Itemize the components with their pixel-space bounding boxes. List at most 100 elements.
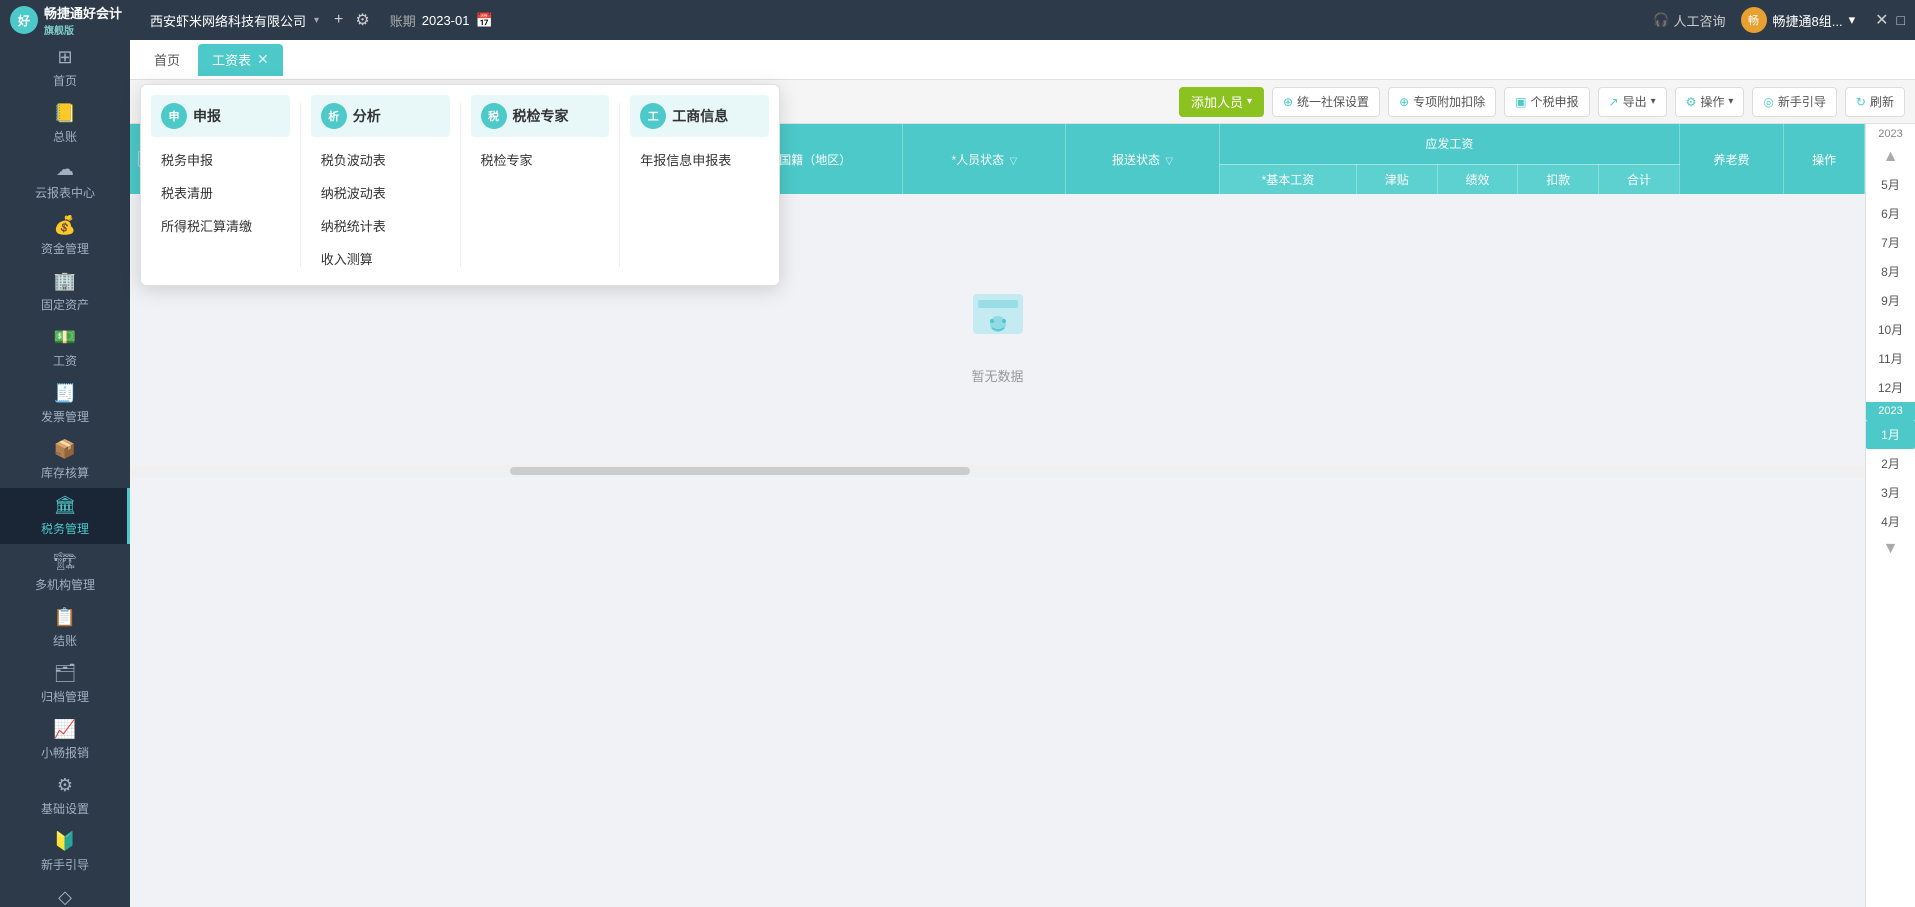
- sidebar-item-guide[interactable]: 🔰 新手引导: [0, 824, 130, 880]
- closing-icon: 📋: [54, 607, 76, 628]
- headset-icon: 🎧: [1653, 12, 1669, 28]
- user-name: 畅捷通8组...: [1773, 11, 1843, 30]
- export-button[interactable]: ↗ 导出 ▾: [1598, 87, 1667, 117]
- service-btn[interactable]: 🎧 人工咨询: [1653, 11, 1725, 30]
- tax-dropdown-menu: 申 申报 税务申报 税表清册 所得税汇算清缴 析 分析 税负波动表 纳税波动表 …: [140, 84, 780, 286]
- month-10[interactable]: 10月: [1866, 315, 1915, 344]
- gongshang-col-icon: 工: [640, 103, 666, 129]
- period-calendar-icon[interactable]: 📅: [475, 12, 492, 29]
- settings-side-icon: ⚙: [57, 775, 73, 796]
- sidebar-item-archive[interactable]: 🗂 归档管理: [0, 656, 130, 712]
- h-scrollbar[interactable]: [130, 465, 1865, 477]
- sidebar-item-ledger[interactable]: 📒 总账: [0, 96, 130, 152]
- dropdown-item-tax-expert[interactable]: 税检专家: [471, 143, 610, 176]
- service-label: 人工咨询: [1674, 11, 1726, 30]
- empty-text: 暂无数据: [971, 366, 1023, 385]
- sidebar-item-member[interactable]: ◇ 畅会员: [0, 880, 130, 907]
- operation-label: 操作: [1700, 93, 1724, 110]
- dropdown-item-tax-table[interactable]: 税表清册: [151, 176, 290, 209]
- sidebar-item-cloud-report[interactable]: ☁ 云报表中心: [0, 152, 130, 208]
- month-2[interactable]: 2月: [1866, 449, 1915, 478]
- special-deduct-button[interactable]: ⊕ 专项附加扣除: [1388, 87, 1496, 117]
- report-status-filter-icon[interactable]: ▽: [1165, 156, 1173, 167]
- company-selector[interactable]: 西安虾米网络科技有限公司 ▾: [150, 11, 319, 30]
- month-6[interactable]: 6月: [1866, 199, 1915, 228]
- dropdown-item-tax-stat[interactable]: 纳税统计表: [311, 209, 450, 242]
- export-icon: ↗: [1609, 95, 1619, 109]
- company-dropdown-arrow[interactable]: ▾: [314, 15, 319, 26]
- app-name: 畅捷通好会计: [44, 3, 122, 22]
- dropdown-col-gongshang: 工 工商信息 年报信息申报表: [620, 95, 779, 275]
- special-deduct-icon: ⊕: [1399, 95, 1409, 109]
- xiao-icon: 📈: [54, 719, 76, 740]
- refresh-label: 刷新: [1870, 93, 1894, 110]
- month-8[interactable]: 8月: [1866, 257, 1915, 286]
- ledger-icon: 📒: [54, 103, 76, 124]
- user-info[interactable]: 畅 畅捷通8组... ▾: [1741, 7, 1856, 33]
- assets-icon: 🏢: [54, 271, 76, 292]
- social-security-label: 统一社保设置: [1297, 93, 1369, 110]
- sidebar-item-invoice[interactable]: 🧾 发票管理: [0, 376, 130, 432]
- dropdown-item-annual-report[interactable]: 年报信息申报表: [630, 143, 769, 176]
- settings-icon[interactable]: ⚙: [355, 10, 369, 30]
- personal-tax-label: 个税申报: [1530, 93, 1578, 110]
- gongshang-col-title: 工商信息: [672, 106, 728, 126]
- header-performance: 绩效: [1437, 164, 1518, 194]
- dropdown-item-tax-wave[interactable]: 纳税波动表: [311, 176, 450, 209]
- add-person-arrow-icon: ▾: [1247, 96, 1252, 107]
- month-12[interactable]: 12月: [1866, 373, 1915, 402]
- export-arrow-icon: ▾: [1651, 96, 1656, 107]
- sidebar-item-inventory[interactable]: 📦 库存核算: [0, 432, 130, 488]
- period-selector[interactable]: 账期 2023-01 📅: [390, 11, 493, 30]
- tab-close-icon[interactable]: ✕: [257, 51, 269, 68]
- sidebar-item-assets[interactable]: 🏢 固定资产: [0, 264, 130, 320]
- dropdown-item-tax-burden[interactable]: 税负波动表: [311, 143, 450, 176]
- fund-icon: 💰: [54, 215, 76, 236]
- shuijian-col-title: 税检专家: [513, 106, 569, 126]
- dropdown-columns: 申 申报 税务申报 税表清册 所得税汇算清缴 析 分析 税负波动表 纳税波动表 …: [141, 95, 779, 275]
- personal-tax-button[interactable]: ▣ 个税申报: [1504, 87, 1589, 117]
- tab-home[interactable]: 首页: [140, 44, 194, 76]
- operation-button[interactable]: ⚙ 操作 ▾: [1675, 87, 1745, 117]
- sidebar-item-xiao-report[interactable]: 📈 小畅报销: [0, 712, 130, 768]
- sidebar-item-fund[interactable]: 💰 资金管理: [0, 208, 130, 264]
- refresh-button[interactable]: ↻ 刷新: [1845, 87, 1905, 117]
- sidebar-item-tax[interactable]: 🏛 税务管理: [0, 488, 130, 544]
- dropdown-item-income-sim[interactable]: 收入测算: [311, 242, 450, 275]
- right-sidebar-up-arrow[interactable]: ▲: [1879, 144, 1903, 170]
- month-11[interactable]: 11月: [1866, 344, 1915, 373]
- shenbao-col-title: 申报: [193, 106, 221, 126]
- new-guide-button[interactable]: ◎ 新手引导: [1752, 87, 1837, 117]
- user-dropdown-arrow[interactable]: ▾: [1849, 12, 1856, 28]
- month-7[interactable]: 7月: [1866, 228, 1915, 257]
- empty-icon: [958, 274, 1038, 354]
- tab-bar: 首页 工资表 ✕: [130, 40, 1915, 80]
- sidebar-item-multi-org[interactable]: 🏗 多机构管理: [0, 544, 130, 600]
- dropdown-col-fenxi-header: 析 分析: [311, 95, 450, 137]
- dropdown-item-tax-filing[interactable]: 税务申报: [151, 143, 290, 176]
- add-person-label: 添加人员: [1191, 92, 1243, 111]
- month-4[interactable]: 4月: [1866, 507, 1915, 536]
- sidebar-item-settings[interactable]: ⚙ 基础设置: [0, 768, 130, 824]
- right-sidebar-down-arrow[interactable]: ▼: [1879, 536, 1903, 562]
- sidebar-item-closing[interactable]: 📋 结账: [0, 600, 130, 656]
- month-5[interactable]: 5月: [1866, 170, 1915, 199]
- dropdown-col-fenxi: 析 分析 税负波动表 纳税波动表 纳税统计表 收入测算: [301, 95, 460, 275]
- social-security-button[interactable]: ⊕ 统一社保设置: [1272, 87, 1380, 117]
- month-1[interactable]: 1月: [1866, 420, 1915, 449]
- month-3[interactable]: 3月: [1866, 478, 1915, 507]
- sidebar-item-payroll[interactable]: 💵 工资: [0, 320, 130, 376]
- person-status-filter-icon[interactable]: ▽: [1009, 156, 1017, 167]
- header-salary-group: 应发工资: [1219, 124, 1679, 164]
- h-scrollbar-thumb[interactable]: [510, 467, 970, 475]
- inventory-icon: 📦: [54, 439, 76, 460]
- add-icon[interactable]: +: [334, 11, 343, 29]
- add-person-button[interactable]: 添加人员 ▾: [1179, 87, 1264, 117]
- window-maximize-icon[interactable]: □: [1897, 12, 1905, 28]
- month-9[interactable]: 9月: [1866, 286, 1915, 315]
- tab-payroll[interactable]: 工资表 ✕: [198, 44, 283, 76]
- window-close-icon[interactable]: ✕: [1875, 10, 1888, 30]
- new-guide-label: 新手引导: [1778, 93, 1826, 110]
- dropdown-item-income-tax[interactable]: 所得税汇算清缴: [151, 209, 290, 242]
- sidebar-item-home[interactable]: ⊞ 首页: [0, 40, 130, 96]
